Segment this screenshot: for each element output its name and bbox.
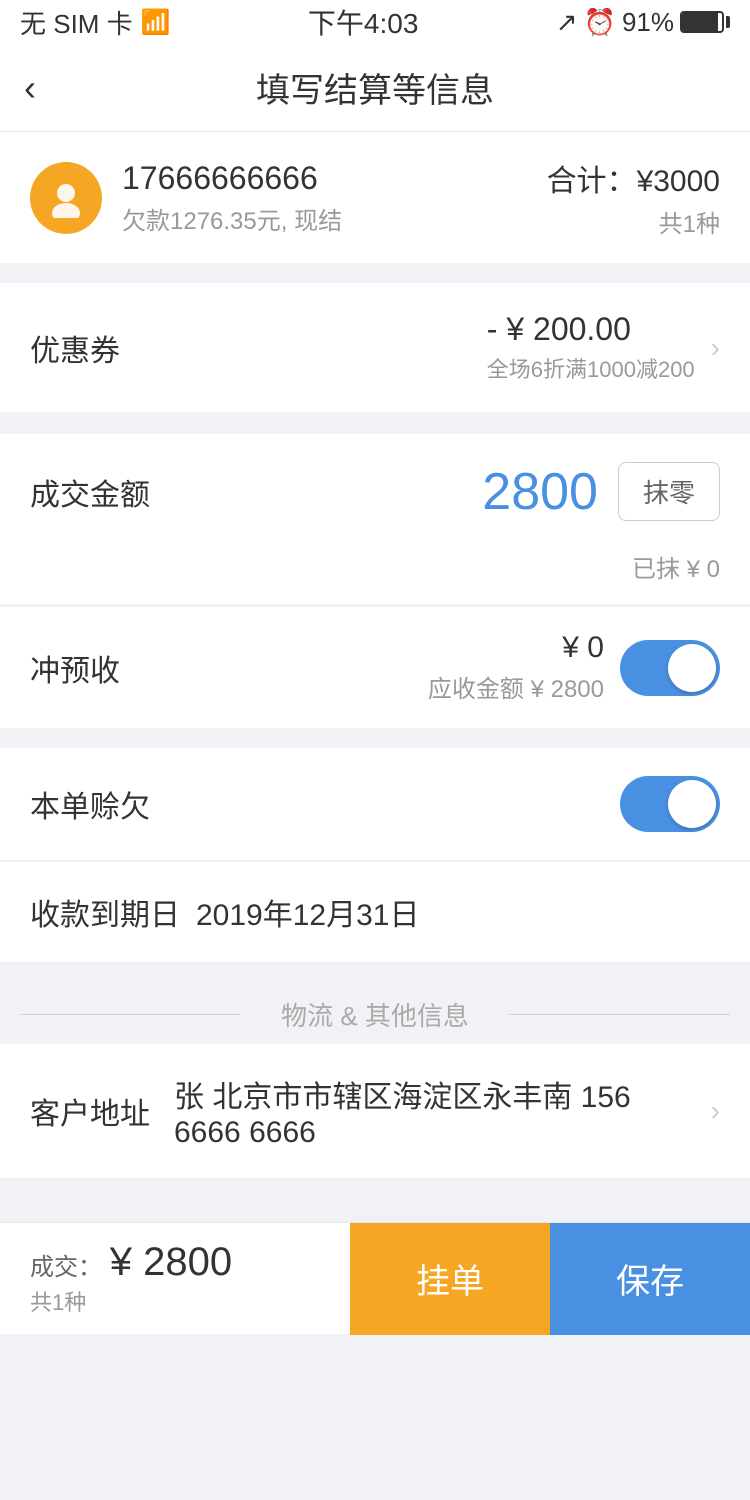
amount-right: 2800 抹零 [482, 462, 720, 521]
coupon-info: - ¥ 200.00 全场6折满1000减200 [487, 311, 695, 384]
due-row: 收款到期日 2019年12月31日 [0, 862, 750, 962]
logistics-text: 物流 & 其他信息 [281, 996, 469, 1033]
status-left: 无 SIM 卡 📶 [20, 4, 171, 41]
amount-label: 成交金额 [30, 470, 150, 514]
owe-row: 本单赊欠 [0, 748, 750, 860]
amount-row: 成交金额 2800 抹零 [0, 434, 750, 549]
battery-percent: 91% [622, 7, 674, 38]
customer-phone: 17666666666 [122, 160, 342, 197]
alarm-icon: ⏰ [584, 7, 616, 38]
back-button[interactable]: ‹ [24, 67, 36, 109]
logistics-line-right [509, 1014, 730, 1015]
coupon-amount: - ¥ 200.00 [487, 311, 695, 348]
battery-icon [680, 11, 730, 33]
address-label: 客户地址 [30, 1089, 150, 1133]
footer-summary: 成交： ¥ 2800 共1种 [0, 1240, 350, 1317]
owe-label: 本单赊欠 [30, 782, 150, 826]
wifi-icon: 📶 [141, 8, 171, 37]
footer-deal-row: 成交： ¥ 2800 [30, 1240, 320, 1285]
owe-toggle[interactable] [620, 776, 720, 832]
customer-info: 17666666666 欠款1276.35元, 现结 [30, 160, 342, 236]
order-count: 共1种 [547, 204, 720, 239]
section-divider-3 [0, 964, 750, 984]
coupon-right: - ¥ 200.00 全场6折满1000减200 › [487, 311, 720, 384]
footer-amount: ¥ 2800 [110, 1240, 232, 1284]
logistics-line-left [20, 1014, 241, 1015]
section-divider-2 [0, 728, 750, 748]
customer-sub: 欠款1276.35元, 现结 [122, 201, 342, 236]
status-time: 下午4:03 [308, 2, 419, 42]
owe-toggle-knob [668, 780, 716, 828]
chong-value: ¥ 0 [428, 631, 604, 665]
chong-right: ¥ 0 应收金额 ¥ 2800 [428, 631, 720, 704]
carrier-text: 无 SIM 卡 [20, 4, 133, 41]
coupon-desc: 全场6折满1000减200 [487, 352, 695, 384]
order-summary: 合计：¥3000 共1种 [547, 156, 720, 239]
due-value: 2019年12月31日 [196, 890, 419, 934]
status-right: ↗ ⏰ 91% [556, 7, 730, 38]
nav-bar: ‹ 填写结算等信息 [0, 44, 750, 132]
address-chevron-icon: › [711, 1095, 720, 1127]
location-icon: ↗ [556, 7, 578, 38]
amount-value: 2800 [482, 466, 598, 518]
page-title: 填写结算等信息 [256, 63, 494, 112]
amount-sub: 已抹 ¥ 0 [0, 549, 750, 604]
amount-section: 成交金额 2800 抹零 已抹 ¥ 0 [0, 434, 750, 604]
coupon-row[interactable]: 优惠券 - ¥ 200.00 全场6折满1000减200 › [0, 283, 750, 412]
footer-deal-label: 成交： [30, 1254, 102, 1281]
hang-button[interactable]: 挂单 [350, 1223, 550, 1335]
customer-details: 17666666666 欠款1276.35元, 现结 [122, 160, 342, 236]
round-button[interactable]: 抹零 [618, 462, 720, 521]
footer: 成交： ¥ 2800 共1种 挂单 保存 [0, 1222, 750, 1334]
chong-row: 冲预收 ¥ 0 应收金额 ¥ 2800 [0, 606, 750, 728]
order-total: 合计：¥3000 [547, 156, 720, 200]
footer-count: 共1种 [30, 1285, 320, 1317]
chong-amount: ¥ 0 应收金额 ¥ 2800 [428, 631, 604, 704]
logistics-divider: 物流 & 其他信息 [0, 984, 750, 1044]
coupon-label: 优惠券 [30, 326, 120, 370]
status-bar: 无 SIM 卡 📶 下午4:03 ↗ ⏰ 91% [0, 0, 750, 44]
chevron-right-icon: › [711, 332, 720, 364]
chong-label: 冲预收 [30, 646, 120, 690]
address-value: 张 北京市市辖区海淀区永丰南 156 6666 6666 [174, 1072, 703, 1150]
chong-sub: 应收金额 ¥ 2800 [428, 669, 604, 704]
address-row[interactable]: 客户地址 张 北京市市辖区海淀区永丰南 156 6666 6666 › [0, 1044, 750, 1178]
avatar [30, 162, 102, 234]
save-button[interactable]: 保存 [550, 1223, 750, 1335]
chong-toggle[interactable] [620, 640, 720, 696]
toggle-knob [668, 644, 716, 692]
customer-card: 17666666666 欠款1276.35元, 现结 合计：¥3000 共1种 [0, 132, 750, 263]
due-label: 收款到期日 [30, 890, 180, 934]
section-divider-1 [0, 414, 750, 434]
